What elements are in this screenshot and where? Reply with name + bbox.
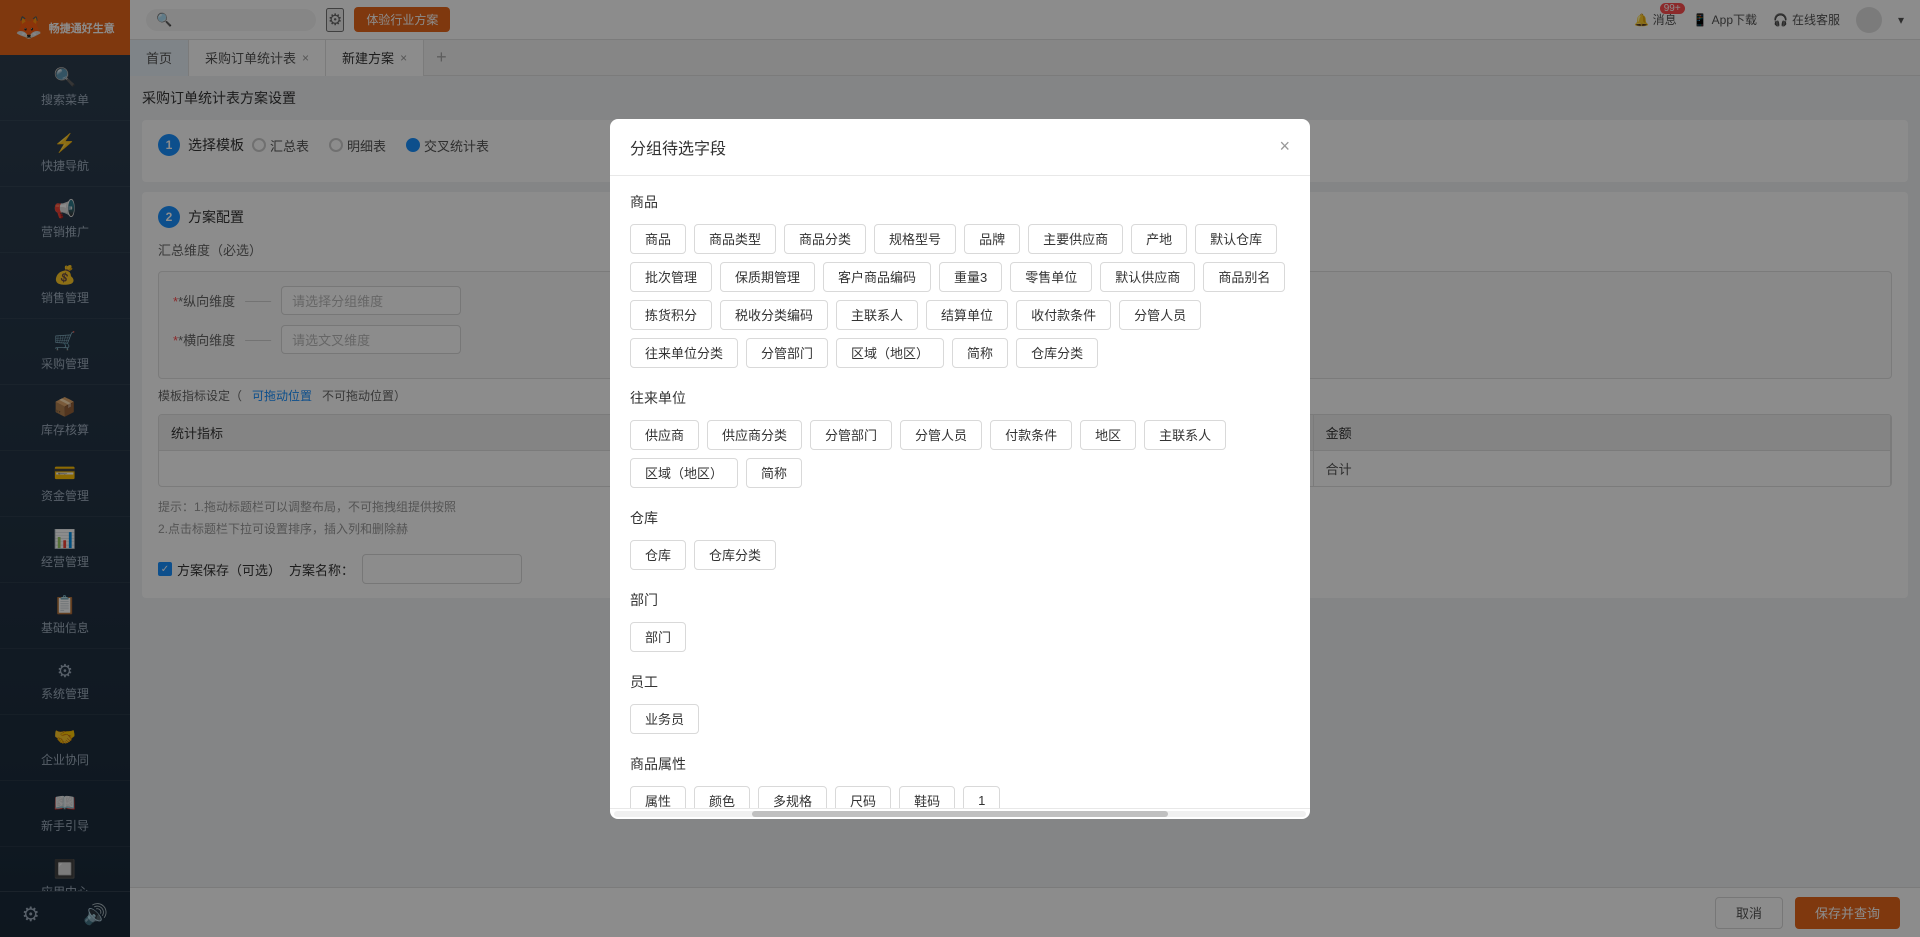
field-tag-1-0[interactable]: 供应商 xyxy=(630,420,699,450)
field-tag-1-7[interactable]: 区域（地区） xyxy=(630,458,738,488)
field-group-title-2: 仓库 xyxy=(630,508,1290,528)
hscroll-thumb xyxy=(752,811,1167,817)
field-tag-4-0[interactable]: 业务员 xyxy=(630,704,699,734)
field-group-title-4: 员工 xyxy=(630,672,1290,692)
field-tag-0-4[interactable]: 品牌 xyxy=(964,224,1020,254)
field-tag-0-1[interactable]: 商品类型 xyxy=(694,224,776,254)
field-tags-2: 仓库仓库分类 xyxy=(630,540,1290,570)
field-tags-3: 部门 xyxy=(630,622,1290,652)
field-tag-5-5[interactable]: 1 xyxy=(963,786,1000,809)
field-group-title-3: 部门 xyxy=(630,590,1290,610)
field-tag-0-21[interactable]: 往来单位分类 xyxy=(630,338,738,368)
modal-overlay: 分组待选字段 × 商品商品商品类型商品分类规格型号品牌主要供应商产地默认仓库批次… xyxy=(0,0,1920,937)
field-group-title-0: 商品 xyxy=(630,192,1290,212)
field-tag-0-23[interactable]: 区域（地区） xyxy=(836,338,944,368)
field-tags-5: 属性颜色多规格尺码鞋码 1 xyxy=(630,786,1290,809)
field-tag-0-8[interactable]: 批次管理 xyxy=(630,262,712,292)
field-tag-0-24[interactable]: 简称 xyxy=(952,338,1008,368)
field-group-4: 员工业务员 xyxy=(630,672,1290,734)
modal-header: 分组待选字段 × xyxy=(610,119,1310,176)
field-group-3: 部门部门 xyxy=(630,590,1290,652)
field-tag-0-9[interactable]: 保质期管理 xyxy=(720,262,815,292)
field-tag-1-8[interactable]: 简称 xyxy=(746,458,802,488)
field-tag-0-6[interactable]: 产地 xyxy=(1131,224,1187,254)
modal-title: 分组待选字段 xyxy=(630,135,726,159)
field-select-modal: 分组待选字段 × 商品商品商品类型商品分类规格型号品牌主要供应商产地默认仓库批次… xyxy=(610,119,1310,819)
field-tag-0-25[interactable]: 仓库分类 xyxy=(1016,338,1098,368)
field-tag-0-0[interactable]: 商品 xyxy=(630,224,686,254)
field-group-title-5: 商品属性 xyxy=(630,754,1290,774)
field-tag-5-0[interactable]: 属性 xyxy=(630,786,686,809)
field-tag-5-4[interactable]: 鞋码 xyxy=(899,786,955,809)
field-group-1: 往来单位供应商供应商分类分管部门分管人员付款条件地区主联系人区域（地区） 简称 xyxy=(630,388,1290,488)
field-tag-1-3[interactable]: 分管人员 xyxy=(900,420,982,450)
field-tag-0-10[interactable]: 客户商品编码 xyxy=(823,262,931,292)
field-tag-2-0[interactable]: 仓库 xyxy=(630,540,686,570)
modal-body: 商品商品商品类型商品分类规格型号品牌主要供应商产地默认仓库批次管理保质期管理客户… xyxy=(610,176,1310,809)
field-tag-2-1[interactable]: 仓库分类 xyxy=(694,540,776,570)
field-group-2: 仓库仓库仓库分类 xyxy=(630,508,1290,570)
hscroll-track xyxy=(614,811,1306,817)
field-tag-3-0[interactable]: 部门 xyxy=(630,622,686,652)
field-tag-0-3[interactable]: 规格型号 xyxy=(874,224,956,254)
field-tag-1-6[interactable]: 主联系人 xyxy=(1144,420,1226,450)
field-tag-0-7[interactable]: 默认仓库 xyxy=(1195,224,1277,254)
field-tag-0-16[interactable]: 税收分类编码 xyxy=(720,300,828,330)
field-tag-1-5[interactable]: 地区 xyxy=(1080,420,1136,450)
field-tags-1: 供应商供应商分类分管部门分管人员付款条件地区主联系人区域（地区） 简称 xyxy=(630,420,1290,488)
field-tag-0-17[interactable]: 主联系人 xyxy=(836,300,918,330)
modal-close-button[interactable]: × xyxy=(1279,136,1290,157)
field-tags-0: 商品商品类型商品分类规格型号品牌主要供应商产地默认仓库批次管理保质期管理客户商品… xyxy=(630,224,1290,368)
field-tag-1-1[interactable]: 供应商分类 xyxy=(707,420,802,450)
field-tag-1-2[interactable]: 分管部门 xyxy=(810,420,892,450)
field-tag-5-1[interactable]: 颜色 xyxy=(694,786,750,809)
field-group-5: 商品属性属性颜色多规格尺码鞋码 1 xyxy=(630,754,1290,809)
field-tag-5-3[interactable]: 尺码 xyxy=(835,786,891,809)
field-group-0: 商品商品商品类型商品分类规格型号品牌主要供应商产地默认仓库批次管理保质期管理客户… xyxy=(630,192,1290,368)
field-tag-0-19[interactable]: 收付款条件 xyxy=(1016,300,1111,330)
field-group-title-1: 往来单位 xyxy=(630,388,1290,408)
field-tag-0-5[interactable]: 主要供应商 xyxy=(1028,224,1123,254)
field-tag-0-12[interactable]: 零售单位 xyxy=(1010,262,1092,292)
field-tag-0-13[interactable]: 默认供应商 xyxy=(1100,262,1195,292)
modal-footer-scrollbar[interactable] xyxy=(610,808,1310,818)
field-tag-0-20[interactable]: 分管人员 xyxy=(1119,300,1201,330)
field-tag-1-4[interactable]: 付款条件 xyxy=(990,420,1072,450)
field-tag-0-22[interactable]: 分管部门 xyxy=(746,338,828,368)
field-tag-0-11[interactable]: 重量3 xyxy=(939,262,1002,292)
field-tags-4: 业务员 xyxy=(630,704,1290,734)
field-tag-0-18[interactable]: 结算单位 xyxy=(926,300,1008,330)
field-tag-0-15[interactable]: 拣货积分 xyxy=(630,300,712,330)
field-tag-0-2[interactable]: 商品分类 xyxy=(784,224,866,254)
field-tag-5-2[interactable]: 多规格 xyxy=(758,786,827,809)
field-tag-0-14[interactable]: 商品别名 xyxy=(1203,262,1285,292)
